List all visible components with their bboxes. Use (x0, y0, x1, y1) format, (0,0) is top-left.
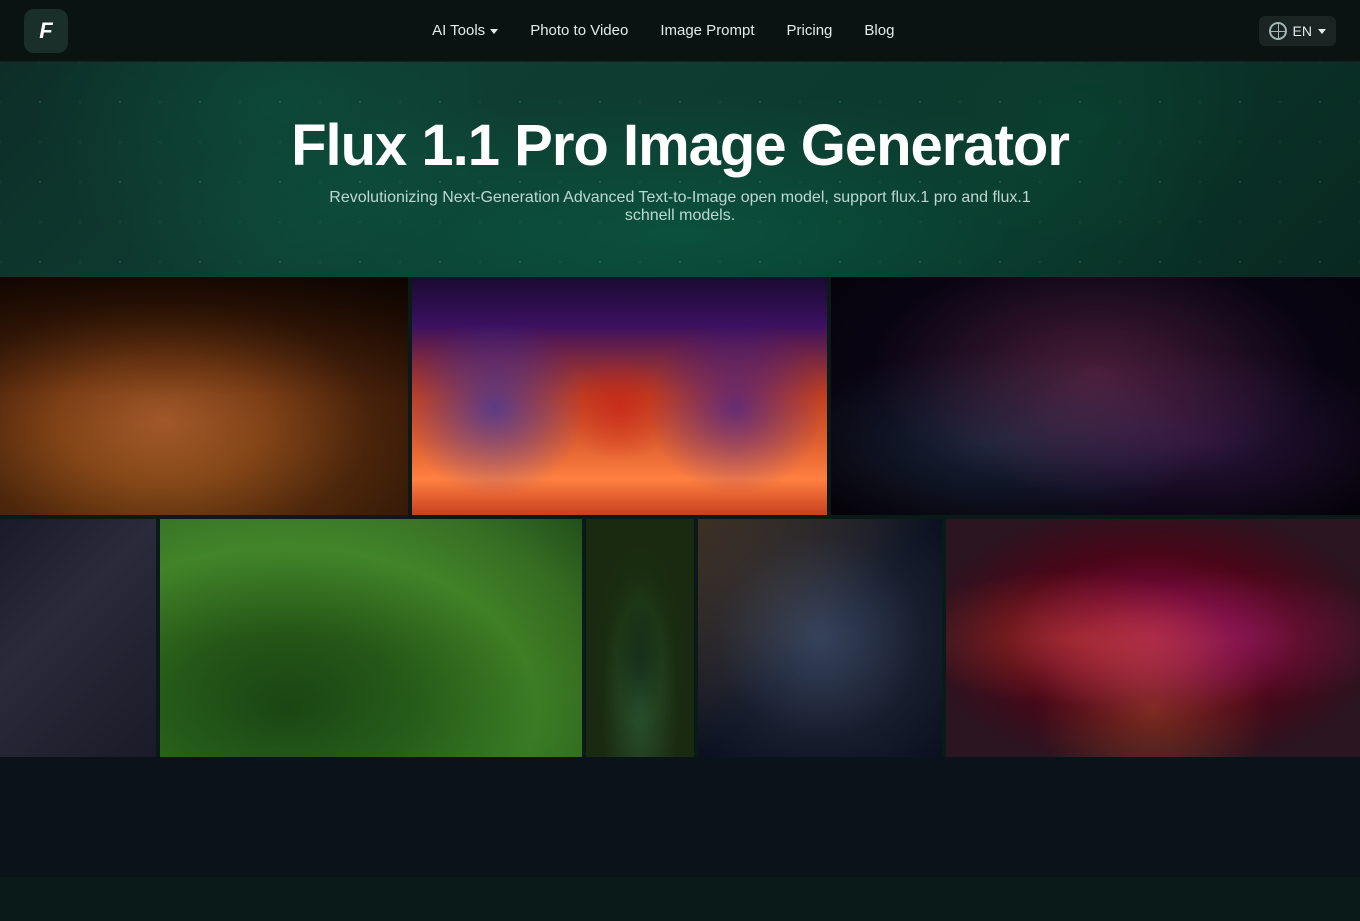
nav-item-blog[interactable]: Blog (864, 22, 894, 39)
gallery-image-sunset[interactable] (0, 519, 156, 757)
colorful-woman-overlay (946, 519, 1360, 757)
gallery-image-colorful-woman[interactable] (946, 519, 1360, 757)
nav-right-area: EN (1259, 16, 1336, 46)
nav-item-ai-tools[interactable]: AI Tools (432, 22, 498, 39)
tree-overlay (586, 519, 694, 757)
hero-title: Flux 1.1 Pro Image Generator (291, 114, 1069, 178)
gallery-image-anime-girl[interactable] (831, 277, 1360, 515)
navbar: F AI Tools Photo to Video Image Prompt P… (0, 0, 1360, 62)
gallery-image-tree[interactable] (586, 519, 694, 757)
globe-icon (1269, 22, 1287, 40)
gallery-image-waterfall[interactable] (160, 519, 582, 757)
lang-label: EN (1293, 23, 1312, 39)
hero-subtitle: Revolutionizing Next-Generation Advanced… (320, 189, 1040, 225)
fish-bowls-overlay (412, 277, 827, 515)
gallery-row-2 (0, 519, 1360, 757)
nav-item-pricing[interactable]: Pricing (787, 22, 833, 39)
nav-item-image-prompt[interactable]: Image Prompt (660, 22, 754, 39)
hero-section: Flux 1.1 Pro Image Generator Revolutioni… (0, 62, 1360, 277)
gallery-row-1 (0, 277, 1360, 515)
site-logo[interactable]: F (24, 9, 68, 53)
gallery-image-fish-bowls[interactable] (412, 277, 827, 515)
robot-overlay (698, 519, 943, 757)
language-selector[interactable]: EN (1259, 16, 1336, 46)
gallery-image-girl-toys[interactable] (0, 277, 408, 515)
below-gallery-area (0, 757, 1360, 877)
nav-menu: AI Tools Photo to Video Image Prompt Pri… (432, 22, 894, 39)
nav-item-photo-to-video[interactable]: Photo to Video (530, 22, 628, 39)
waterfall-overlay (160, 519, 582, 757)
gallery-image-robot-ant[interactable] (698, 519, 943, 757)
chevron-down-icon (490, 29, 498, 34)
chevron-down-icon (1318, 29, 1326, 34)
anime-girl-overlay (831, 277, 1360, 515)
